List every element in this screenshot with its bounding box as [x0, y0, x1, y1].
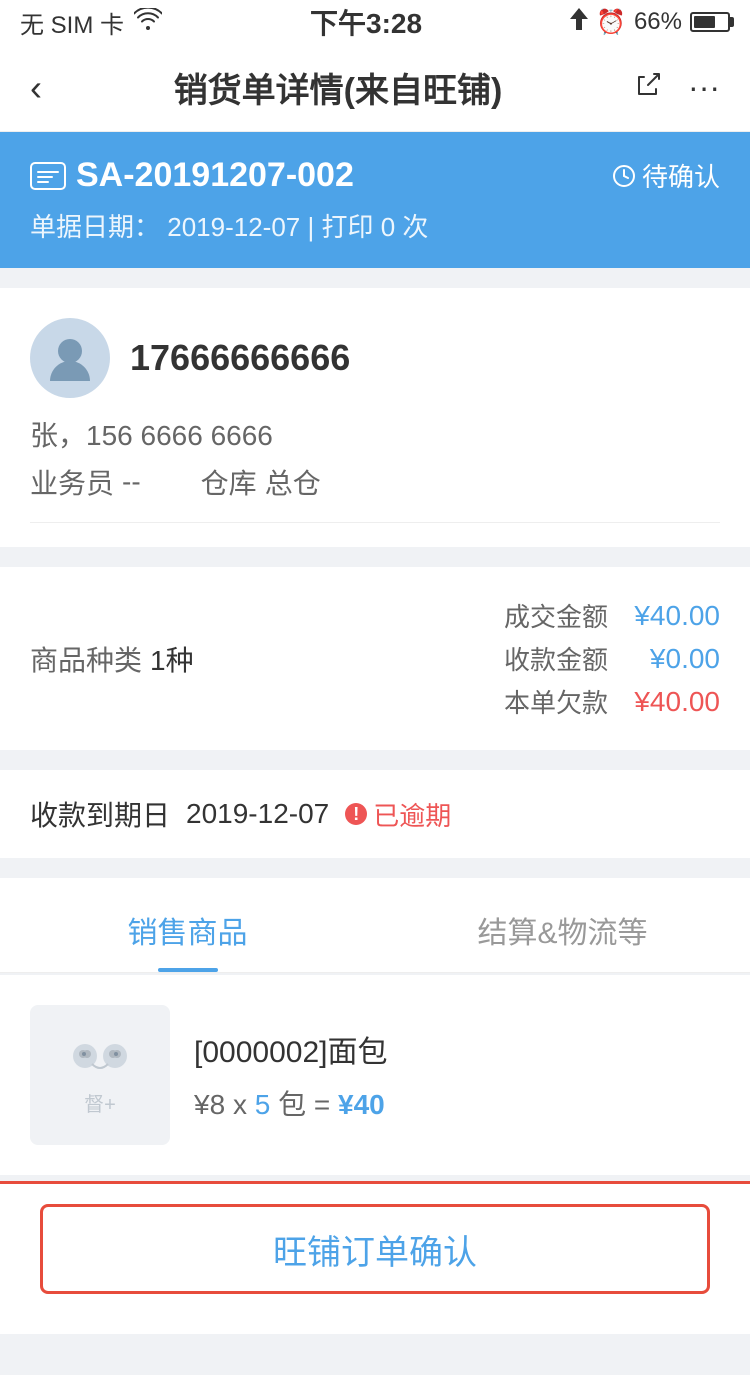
more-icon[interactable]: ···	[688, 69, 720, 106]
product-name: [0000002]面包	[194, 1027, 720, 1071]
warehouse-label: 仓库	[201, 462, 257, 502]
due-date-value: 2019-12-07	[186, 798, 329, 830]
customer-name-detail: 张，156 6666 6666	[30, 414, 720, 454]
bottom-bar: 旺铺订单确认	[0, 1181, 750, 1334]
battery-percentage: 66%	[634, 8, 682, 36]
product-list: 督+ [0000002]面包 ¥8 x 5 包 = ¥40	[0, 975, 750, 1175]
customer-avatar	[30, 318, 110, 398]
overdue-warning-icon: !	[345, 803, 367, 825]
status-bar-left: 无 SIM 卡	[20, 5, 162, 40]
print-count: 0	[381, 212, 395, 242]
status-bar-time: 下午3:28	[310, 2, 422, 42]
warehouse-value: 总仓	[265, 462, 321, 502]
order-status: 待确认	[612, 157, 720, 194]
back-button[interactable]: ‹	[30, 67, 42, 109]
customer-card: 17666666666 张，156 6666 6666 业务员 -- 仓库 总仓	[0, 288, 750, 547]
alarm-icon: ⏰	[596, 8, 626, 37]
product-info: [0000002]面包 ¥8 x 5 包 = ¥40	[194, 1027, 720, 1123]
page-title: 销货单详情(来自旺铺)	[174, 63, 503, 112]
tab-settlement[interactable]: 结算&物流等	[375, 878, 750, 972]
salesperson-value: --	[122, 466, 141, 498]
order-number: SA-20191207-002	[30, 156, 354, 195]
salesperson-item: 业务员 --	[30, 462, 141, 502]
share-icon[interactable]	[634, 69, 664, 107]
transaction-amount-row: 成交金额 ¥40.00	[504, 597, 720, 634]
customer-meta: 业务员 -- 仓库 总仓	[30, 462, 720, 502]
product-type: 商品种类 1种	[30, 639, 194, 679]
wifi-icon	[134, 8, 162, 37]
confirm-order-button[interactable]: 旺铺订单确认	[40, 1204, 710, 1294]
location-icon	[570, 8, 588, 37]
debt-label: 本单欠款	[504, 683, 608, 720]
customer-phone: 17666666666	[130, 337, 350, 379]
summary-amounts: 成交金额 ¥40.00 收款金额 ¥0.00 本单欠款 ¥40.00	[504, 597, 720, 720]
nav-bar: ‹ 销货单详情(来自旺铺) ···	[0, 44, 750, 132]
received-amount-row: 收款金额 ¥0.00	[504, 640, 720, 677]
transaction-label: 成交金额	[504, 597, 608, 634]
tabs-container: 销售商品 结算&物流等	[0, 878, 750, 973]
debt-value: ¥40.00	[620, 686, 720, 718]
salesperson-label: 业务员	[30, 462, 114, 502]
tab-products[interactable]: 销售商品	[0, 878, 375, 972]
status-bar-right: ⏰ 66%	[570, 8, 730, 37]
received-label: 收款金额	[504, 640, 608, 677]
status-bar: 无 SIM 卡 下午3:28 ⏰ 66%	[0, 0, 750, 44]
due-date-label: 收款到期日	[30, 794, 170, 834]
status-label: 待确认	[642, 157, 720, 194]
network-label: 无 SIM 卡	[20, 5, 124, 40]
overdue-text: 已逾期	[373, 796, 451, 833]
battery-icon	[690, 12, 730, 32]
received-value: ¥0.00	[620, 643, 720, 675]
quantity: 5	[255, 1089, 271, 1120]
order-date-row: 单据日期： 2019-12-07 | 打印 0 次	[30, 207, 720, 244]
product-thumbnail: 督+	[30, 1005, 170, 1145]
order-date: 2019-12-07	[167, 212, 300, 242]
overdue-badge: ! 已逾期	[345, 796, 451, 833]
transaction-value: ¥40.00	[620, 600, 720, 632]
nav-right: ···	[634, 69, 720, 107]
order-id: SA-20191207-002	[76, 156, 354, 195]
product-total: ¥40	[338, 1089, 385, 1120]
warehouse-item: 仓库 总仓	[201, 462, 321, 502]
product-price-row: ¥8 x 5 包 = ¥40	[194, 1083, 720, 1123]
product-item: 督+ [0000002]面包 ¥8 x 5 包 = ¥40	[0, 975, 750, 1175]
order-header-card: SA-20191207-002 待确认 单据日期： 2019-12-07 | 打…	[0, 132, 750, 268]
debt-amount-row: 本单欠款 ¥40.00	[504, 683, 720, 720]
price-per-unit: ¥8	[194, 1089, 225, 1120]
due-date-card: 收款到期日 2019-12-07 ! 已逾期	[0, 770, 750, 858]
summary-card: 商品种类 1种 成交金额 ¥40.00 收款金额 ¥0.00 本单欠款 ¥40.…	[0, 567, 750, 750]
